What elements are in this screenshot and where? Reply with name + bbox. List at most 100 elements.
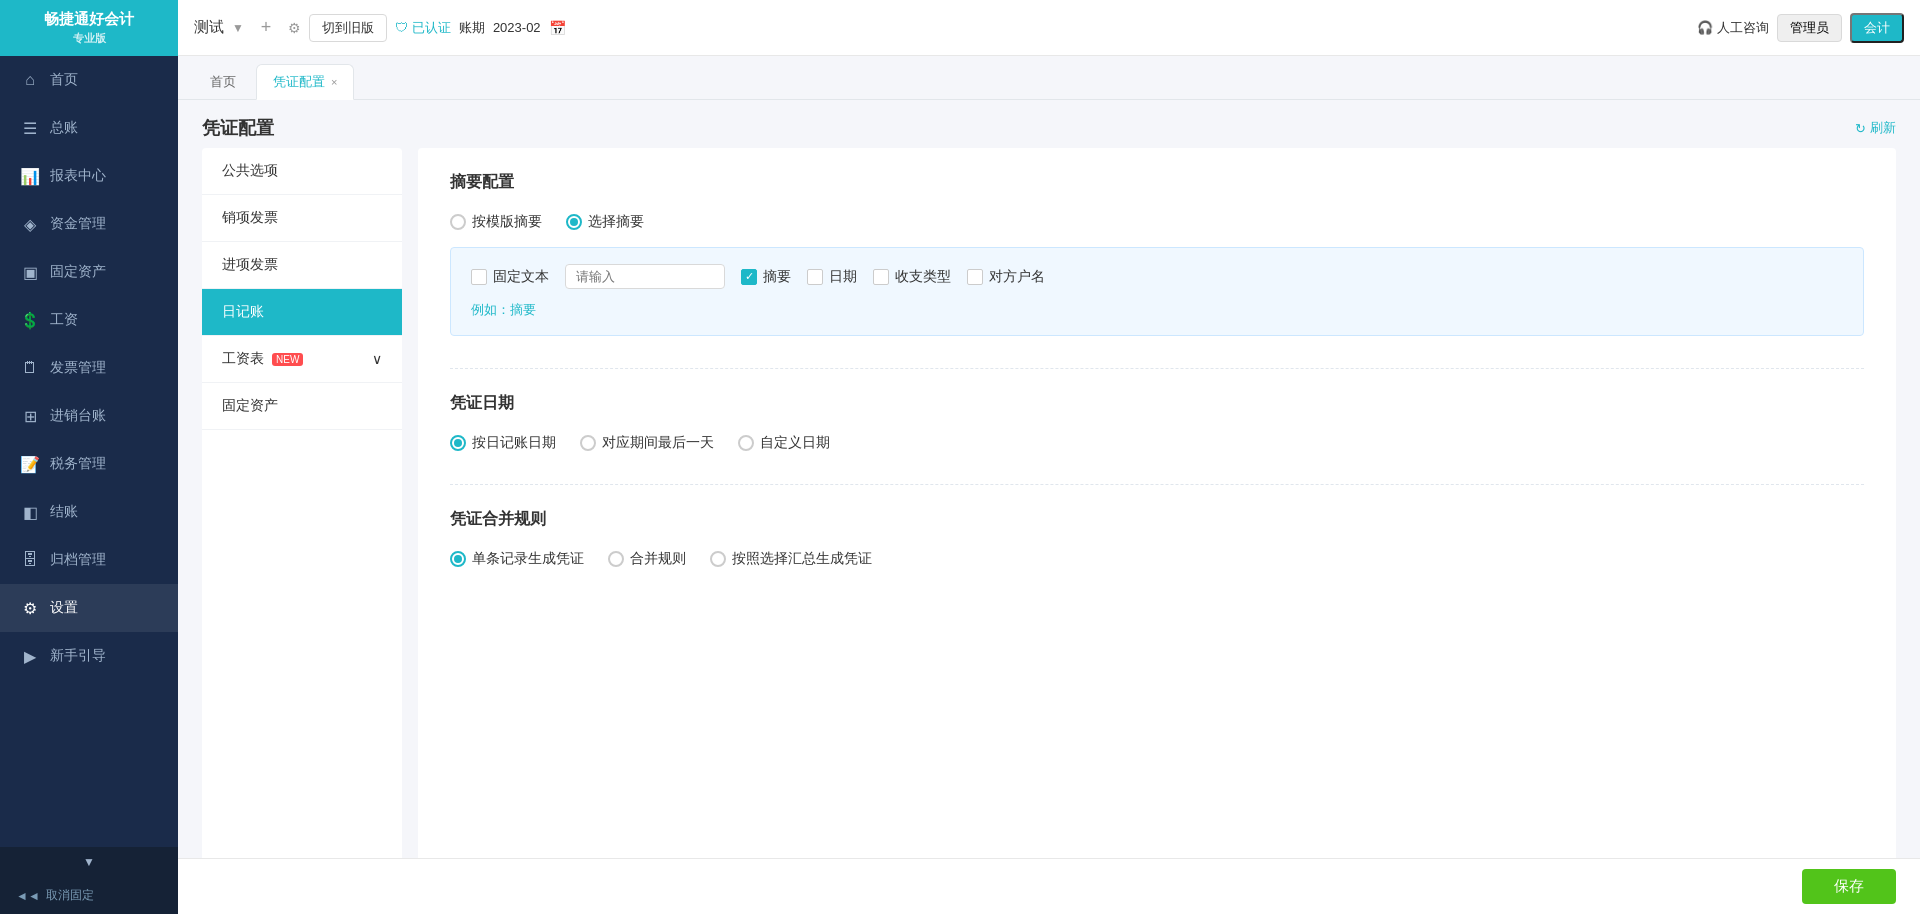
refresh-icon: ↻ <box>1855 121 1866 136</box>
logo-sub: 专业版 <box>73 31 106 46</box>
salary-icon: 💲 <box>20 310 40 330</box>
radio-select-label: 选择摘要 <box>588 213 644 231</box>
add-company-button[interactable]: + <box>252 14 280 42</box>
menu-label-payroll: 工资表 <box>222 350 264 368</box>
summary-section: 摘要配置 按模版摘要 选择摘要 固定文本 <box>450 172 1864 336</box>
save-button[interactable]: 保存 <box>1802 869 1896 904</box>
radio-template-circle <box>450 214 466 230</box>
tab-home-label: 首页 <box>210 73 236 91</box>
sidebar-label-trade: 进销台账 <box>50 407 106 425</box>
expand-icon: ∨ <box>372 351 382 367</box>
sidebar-item-guide[interactable]: ▶ 新手引导 <box>0 632 178 680</box>
menu-item-sales[interactable]: 销项发票 <box>202 195 402 242</box>
company-settings-icon[interactable]: ⚙ <box>288 20 301 36</box>
checkbox-counterparty[interactable]: 对方户名 <box>967 268 1045 286</box>
sidebar-item-salary[interactable]: 💲 工资 <box>0 296 178 344</box>
sidebar-item-tax[interactable]: 📝 税务管理 <box>0 440 178 488</box>
ledger-icon: ☰ <box>20 118 40 138</box>
trade-icon: ⊞ <box>20 406 40 426</box>
content-area: 公共选项 销项发票 进项发票 日记账 工资表 NEW ∨ 固定资产 <box>178 148 1920 914</box>
radio-select-circle <box>566 214 582 230</box>
date-radio-period-last[interactable]: 对应期间最后一天 <box>580 434 714 452</box>
radio-custom-date-label: 自定义日期 <box>760 434 830 452</box>
sidebar-item-ledger[interactable]: ☰ 总账 <box>0 104 178 152</box>
headset-icon: 🎧 <box>1697 20 1713 35</box>
settings-icon: ⚙ <box>20 598 40 618</box>
main-content: 凭证配置 ↻ 刷新 公共选项 销项发票 进项发票 日记账 工资表 NEW <box>178 100 1920 914</box>
sidebar-item-settings[interactable]: ⚙ 设置 <box>0 584 178 632</box>
sidebar-scroll-down[interactable]: ▼ <box>0 847 178 877</box>
right-panel: 摘要配置 按模版摘要 选择摘要 固定文本 <box>418 148 1896 898</box>
radio-select-merge-label: 按照选择汇总生成凭证 <box>732 550 872 568</box>
sidebar-item-trade[interactable]: ⊞ 进销台账 <box>0 392 178 440</box>
left-menu: 公共选项 销项发票 进项发票 日记账 工资表 NEW ∨ 固定资产 <box>202 148 402 898</box>
radio-single-label: 单条记录生成凭证 <box>472 550 584 568</box>
menu-label-sales: 销项发票 <box>222 209 278 227</box>
page-title: 凭证配置 <box>202 116 274 140</box>
sidebar-label-invoice: 发票管理 <box>50 359 106 377</box>
checkbox-fixed-text[interactable]: 固定文本 <box>471 268 549 286</box>
invoice-icon: 🗒 <box>20 358 40 378</box>
menu-item-public[interactable]: 公共选项 <box>202 148 402 195</box>
sidebar-item-invoice[interactable]: 🗒 发票管理 <box>0 344 178 392</box>
sidebar-logo: 畅捷通好会计 专业版 <box>0 0 178 56</box>
date-section: 凭证日期 按日记账日期 对应期间最后一天 自定义日期 <box>450 393 1864 452</box>
sidebar-nav: ⌂ 首页 ☰ 总账 📊 报表中心 ◈ 资金管理 ▣ 固定资产 💲 工资 🗒 发票… <box>0 56 178 847</box>
merge-radio-rule[interactable]: 合并规则 <box>608 550 686 568</box>
certified-status: 🛡 已认证 <box>395 19 451 37</box>
radio-custom-date-circle <box>738 435 754 451</box>
sidebar-item-home[interactable]: ⌂ 首页 <box>0 56 178 104</box>
sidebar-item-archive[interactable]: 🗄 归档管理 <box>0 536 178 584</box>
radio-template-label: 按模版摘要 <box>472 213 542 231</box>
sidebar-item-report[interactable]: 📊 报表中心 <box>0 152 178 200</box>
radio-merge-rule-label: 合并规则 <box>630 550 686 568</box>
checkbox-summary[interactable]: ✓ 摘要 <box>741 268 791 286</box>
checkbox-date-label: 日期 <box>829 268 857 286</box>
checkbox-fixed-text-box <box>471 269 487 285</box>
sidebar-item-close[interactable]: ◧ 结账 <box>0 488 178 536</box>
menu-item-journal[interactable]: 日记账 <box>202 289 402 336</box>
checkbox-income-type[interactable]: 收支类型 <box>873 268 951 286</box>
merge-radio-single[interactable]: 单条记录生成凭证 <box>450 550 584 568</box>
tab-voucher-config[interactable]: 凭证配置 × <box>256 64 354 100</box>
menu-item-payroll[interactable]: 工资表 NEW ∨ <box>202 336 402 383</box>
tab-home[interactable]: 首页 <box>194 65 252 99</box>
calendar-icon[interactable]: 📅 <box>549 20 566 36</box>
radio-single-circle <box>450 551 466 567</box>
date-title: 凭证日期 <box>450 393 1864 414</box>
fixed-text-input[interactable] <box>565 264 725 289</box>
sidebar-label-archive: 归档管理 <box>50 551 106 569</box>
sidebar-label-asset: 固定资产 <box>50 263 106 281</box>
service-button[interactable]: 🎧 人工咨询 <box>1697 19 1769 37</box>
radio-journal-date-label: 按日记账日期 <box>472 434 556 452</box>
sidebar-item-fund[interactable]: ◈ 资金管理 <box>0 200 178 248</box>
merge-title: 凭证合并规则 <box>450 509 1864 530</box>
radio-select-merge-circle <box>710 551 726 567</box>
admin-button[interactable]: 管理员 <box>1777 14 1842 42</box>
date-radio-custom[interactable]: 自定义日期 <box>738 434 830 452</box>
sidebar-label-salary: 工资 <box>50 311 78 329</box>
menu-item-fixed-asset[interactable]: 固定资产 <box>202 383 402 430</box>
menu-item-purchase[interactable]: 进项发票 <box>202 242 402 289</box>
checkbox-date[interactable]: 日期 <box>807 268 857 286</box>
summary-radio-template[interactable]: 按模版摘要 <box>450 213 542 231</box>
sidebar-label-home: 首页 <box>50 71 78 89</box>
role-button[interactable]: 会计 <box>1850 13 1904 43</box>
switch-old-version-button[interactable]: 切到旧版 <box>309 14 387 42</box>
new-badge: NEW <box>272 353 303 366</box>
tab-voucher-config-close[interactable]: × <box>331 76 337 88</box>
date-radio-journal[interactable]: 按日记账日期 <box>450 434 556 452</box>
merge-section: 凭证合并规则 单条记录生成凭证 合并规则 按照选择汇总生成凭证 <box>450 509 1864 568</box>
sidebar-label-fund: 资金管理 <box>50 215 106 233</box>
period-label: 账期 <box>459 19 485 37</box>
sidebar-label-ledger: 总账 <box>50 119 78 137</box>
summary-radio-select[interactable]: 选择摘要 <box>566 213 644 231</box>
cancel-fixed-label: 取消固定 <box>46 887 94 904</box>
checkbox-row-1: 固定文本 ✓ 摘要 日期 收支类型 <box>471 264 1843 289</box>
cancel-fixed-button[interactable]: ◄◄ 取消固定 <box>0 877 178 914</box>
sidebar-item-asset[interactable]: ▣ 固定资产 <box>0 248 178 296</box>
refresh-button[interactable]: ↻ 刷新 <box>1855 119 1896 137</box>
merge-radio-select[interactable]: 按照选择汇总生成凭证 <box>710 550 872 568</box>
checkbox-counterparty-box <box>967 269 983 285</box>
company-dropdown-icon[interactable]: ▼ <box>232 21 244 35</box>
